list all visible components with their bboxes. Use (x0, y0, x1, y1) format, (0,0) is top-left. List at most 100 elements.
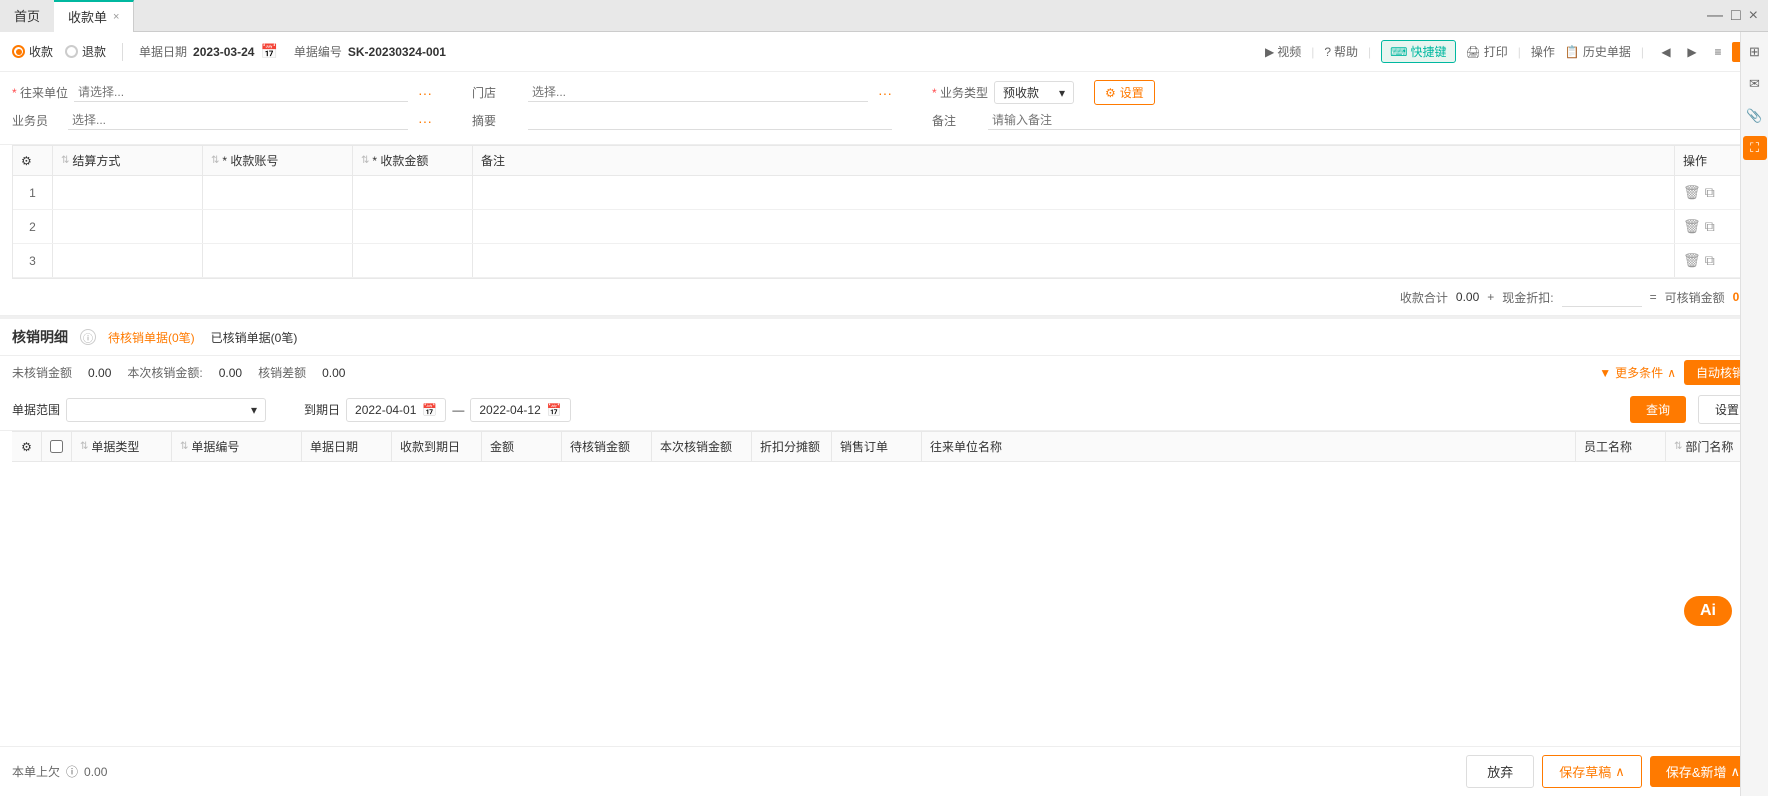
shortcut-btn[interactable]: ⌨ 快捷键 (1381, 40, 1455, 63)
action-label: 操作 (1683, 152, 1707, 169)
row1-account[interactable] (203, 176, 353, 209)
salesperson-more-icon[interactable]: ··· (418, 113, 432, 129)
footer-right: 放弃 保存草稿 ∧ 保存&新增 ∧ (1466, 755, 1756, 788)
store-more-icon[interactable]: ··· (878, 85, 892, 101)
close-window-icon[interactable]: × (1749, 7, 1758, 25)
bottom-table-header: ⚙ ⇅ 单据类型 ⇅ 单据编号 单据日期 收款到期日 金额 待核销金额 (12, 431, 1756, 462)
biz-type-label: 业务类型 (932, 84, 988, 101)
chevron-down-icon: ▾ (1059, 86, 1065, 100)
counterparty-field: 往来单位 ··· (12, 83, 432, 102)
table-header-gear[interactable]: ⚙ (13, 146, 53, 175)
row1-delete-icon[interactable]: 🗑 (1683, 184, 1701, 201)
prev-icon[interactable]: ◀ (1654, 42, 1678, 62)
next-icon[interactable]: ▶ (1680, 42, 1704, 62)
history-btn[interactable]: 📋 历史单据 (1565, 43, 1631, 60)
discount-input[interactable] (1562, 287, 1642, 307)
date-to-input[interactable]: 2022-04-12 📅 (470, 398, 570, 422)
counterparty-more-icon[interactable]: ··· (418, 85, 432, 101)
row1-amount[interactable] (353, 176, 473, 209)
done-tab[interactable]: 已核销单据(0笔) (211, 329, 298, 346)
print-btn[interactable]: 🖨 打印 (1466, 43, 1508, 60)
tab-close-icon[interactable]: × (113, 11, 119, 23)
main-container: 收款 退款 单据日期 2023-03-24 📅 单据编号 SK-20230324… (0, 32, 1768, 796)
query-btn[interactable]: 查询 (1630, 396, 1686, 423)
history-icon: 📋 (1565, 45, 1580, 59)
row2-action-btns: 🗑 ⧉ (1683, 218, 1715, 235)
row2-copy-icon[interactable]: ⧉ (1705, 218, 1715, 235)
ai-badge[interactable]: Ai (1684, 596, 1732, 626)
minimize-icon[interactable]: — (1707, 7, 1723, 25)
row2-delete-icon[interactable]: 🗑 (1683, 218, 1701, 235)
window-controls: — □ × (1707, 7, 1768, 25)
calendar-from-icon: 📅 (422, 403, 437, 417)
draft-btn[interactable]: 保存草稿 ∧ (1542, 755, 1642, 788)
save-label: 保存&新增 (1666, 762, 1727, 781)
list-icon[interactable]: ≡ (1706, 42, 1730, 62)
carry-forward-info-icon[interactable]: ⓘ (66, 763, 78, 780)
sidebar-table-icon[interactable]: ⊞ (1743, 40, 1767, 64)
info-icon[interactable]: ⓘ (80, 329, 96, 345)
operation-btn[interactable]: 操作 (1531, 43, 1555, 60)
radio-refund-label: 退款 (82, 43, 106, 60)
table-row: 1 🗑 ⧉ (13, 176, 1755, 210)
date-range: 到期日 2022-04-01 📅 — 2022-04-12 📅 (304, 398, 571, 422)
more-filter-btn[interactable]: ▼ 更多条件 ∧ (1599, 364, 1676, 381)
row3-settlement[interactable] (53, 244, 203, 277)
calendar-icon[interactable]: 📅 (260, 43, 277, 60)
counterparty-input[interactable] (74, 83, 408, 102)
remarks-input[interactable] (988, 111, 1756, 130)
pending-tab[interactable]: 待核销单据(0笔) (108, 329, 195, 346)
radio-receipt[interactable]: 收款 (12, 43, 53, 60)
row3-account[interactable] (203, 244, 353, 277)
store-input[interactable] (528, 83, 868, 102)
radio-refund[interactable]: 退款 (65, 43, 106, 60)
carry-forward-label: 本单上欠 (12, 763, 60, 780)
help-label: 帮助 (1334, 43, 1358, 60)
biz-type-field: 业务类型 预收款 ▾ ⚙ 设置 (932, 80, 1756, 105)
right-sidebar: ⊞ ✉ 📎 ⛶ (1740, 32, 1768, 796)
biz-type-value: 预收款 (1003, 84, 1055, 101)
doc-date-field: 单据日期 2023-03-24 📅 (139, 43, 278, 60)
row2-amount[interactable] (353, 210, 473, 243)
row3-amount[interactable] (353, 244, 473, 277)
row2-account[interactable] (203, 210, 353, 243)
help-btn[interactable]: ? 帮助 (1324, 43, 1358, 60)
row1-settlement[interactable] (53, 176, 203, 209)
bottom-header: 核销明细 ⓘ 待核销单据(0笔) 已核销单据(0笔) (0, 319, 1768, 356)
total-value: 0.00 (1456, 290, 1479, 304)
settlement-label: 结算方式 (72, 152, 120, 169)
remark-label: 备注 (481, 152, 505, 169)
row2-settlement[interactable] (53, 210, 203, 243)
sidebar-email-icon[interactable]: ✉ (1743, 72, 1767, 96)
bt-checkbox[interactable] (42, 432, 72, 461)
row3-copy-icon[interactable]: ⧉ (1705, 252, 1715, 269)
tab-current[interactable]: 收款单 × (54, 0, 134, 32)
bt-header-discount: 折扣分摊额 (752, 432, 832, 461)
range-select[interactable]: ▾ (66, 398, 266, 422)
biz-type-select[interactable]: 预收款 ▾ (994, 81, 1074, 104)
bt-header-employee: 员工名称 (1576, 432, 1666, 461)
summary-input[interactable] (528, 111, 892, 130)
range-label: 单据范围 (12, 401, 60, 418)
row2-remark[interactable] (473, 210, 1675, 243)
row3-delete-icon[interactable]: 🗑 (1683, 252, 1701, 269)
doc-num-label: 单据编号 (294, 43, 342, 60)
tab-home[interactable]: 首页 (0, 0, 54, 32)
row3-remark[interactable] (473, 244, 1675, 277)
date-from-input[interactable]: 2022-04-01 📅 (346, 398, 446, 422)
more-filter-chevron: ∧ (1667, 366, 1676, 380)
video-btn[interactable]: ▶ 视频 (1265, 43, 1301, 60)
select-all-checkbox[interactable] (50, 440, 63, 453)
settings-button[interactable]: ⚙ 设置 (1094, 80, 1155, 105)
video-icon: ▶ (1265, 45, 1274, 59)
uncancelled-label: 未核销金额 (12, 364, 72, 381)
row1-remark[interactable] (473, 176, 1675, 209)
store-field: 门店 ··· (472, 83, 892, 102)
bt-gear[interactable]: ⚙ (12, 432, 42, 461)
sidebar-clip-icon[interactable]: 📎 (1743, 104, 1767, 128)
sidebar-camera-icon[interactable]: ⛶ (1743, 136, 1767, 160)
abandon-btn[interactable]: 放弃 (1466, 755, 1534, 788)
maximize-icon[interactable]: □ (1731, 7, 1741, 25)
salesperson-input[interactable] (68, 111, 408, 130)
row1-copy-icon[interactable]: ⧉ (1705, 184, 1715, 201)
